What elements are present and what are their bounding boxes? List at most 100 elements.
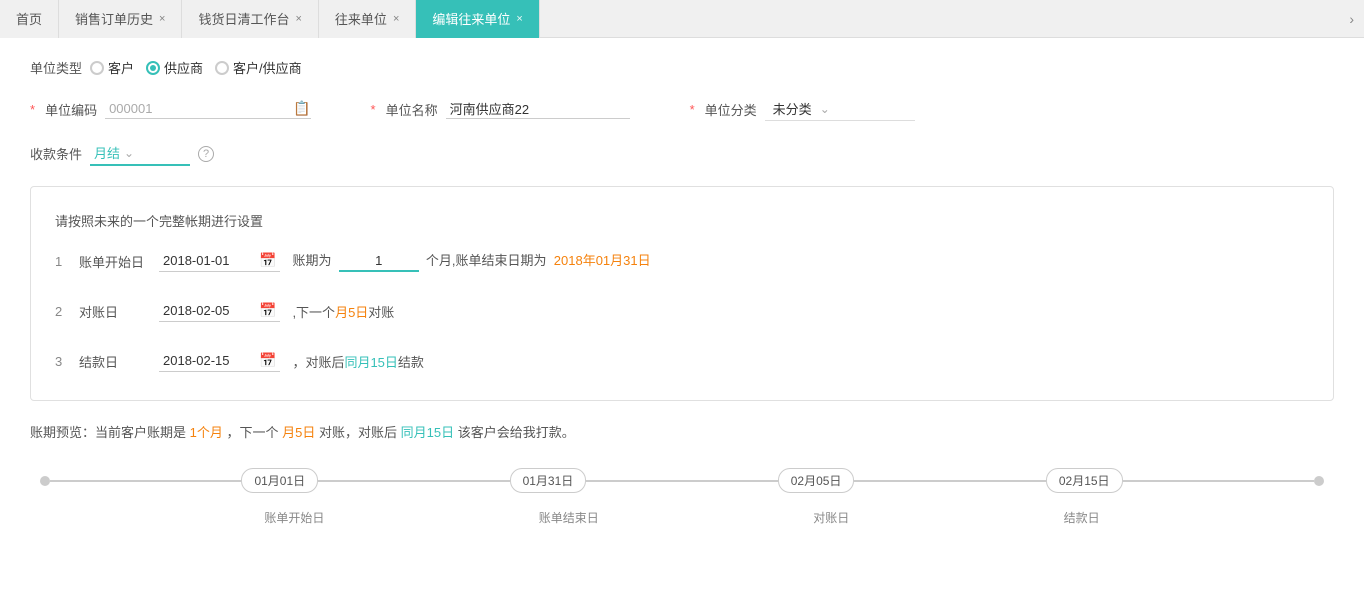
unit-category-arrow: ⌄ <box>820 102 830 116</box>
period-input[interactable] <box>339 251 419 272</box>
calendar-icon-3[interactable]: 📅 <box>259 352 276 369</box>
radio-customer[interactable]: 客户 <box>90 58 134 77</box>
payment-condition-group: 收款条件 月结 ⌄ ? <box>30 141 214 166</box>
setting-index-1: 1 <box>55 254 79 269</box>
tab-partner-close[interactable]: × <box>393 13 399 25</box>
timeline-label-4: 结款日 <box>1064 509 1100 526</box>
unit-category-value: 未分类 <box>773 99 812 118</box>
timeline-start-dot <box>40 476 50 486</box>
tab-cash-work[interactable]: 钱货日清工作台 × <box>182 0 318 38</box>
tab-partner[interactable]: 往来单位 × <box>319 0 416 38</box>
setting-desc-3: ，对账后同月15日结款 <box>292 352 424 371</box>
radio-both[interactable]: 客户/供应商 <box>215 58 302 77</box>
setting-date-input-1[interactable] <box>163 253 253 268</box>
timeline-label-3: 对账日 <box>813 509 849 526</box>
setting-desc-1: 账期为 个月,账单结束日期为 2018年01月31日 <box>292 250 650 272</box>
tab-sales-order[interactable]: 销售订单历史 × <box>59 0 182 38</box>
unit-type-row: 单位类型 客户 供应商 客户/供应商 <box>30 58 1334 77</box>
timeline-label-col-1: 账单开始日 <box>264 501 324 526</box>
radio-both-label: 客户/供应商 <box>233 58 302 77</box>
timeline-node-1: 01月01日 <box>241 468 318 493</box>
preview-prefix: 账期预览：当前客户账期是 <box>30 425 186 440</box>
timeline-line-5 <box>1123 480 1314 482</box>
desc-prefix-1: 账期为 <box>292 253 331 268</box>
tab-cash-work-label: 钱货日清工作台 <box>198 9 289 28</box>
tab-partner-label: 往来单位 <box>335 9 387 28</box>
unit-code-input[interactable] <box>105 99 289 118</box>
highlight-day-2: 月5日 <box>335 305 368 320</box>
desc-prefix-2: ,下一个 <box>292 305 335 320</box>
tab-home-label: 首页 <box>16 9 42 28</box>
preview-highlight3: 同月15日 <box>401 425 454 440</box>
unit-name-label: 单位名称 <box>386 100 438 119</box>
timeline-badge-3: 02月05日 <box>778 468 855 493</box>
radio-supplier-circle <box>146 61 160 75</box>
payment-condition-arrow: ⌄ <box>124 146 134 160</box>
setting-date-input-3[interactable] <box>163 353 253 368</box>
unit-type-group: 单位类型 客户 供应商 客户/供应商 <box>30 58 302 77</box>
main-content: 单位类型 客户 供应商 客户/供应商 * 单位编码 <box>0 38 1364 608</box>
setting-index-3: 3 <box>55 354 79 369</box>
preview-highlight1: 1个月 <box>190 425 223 440</box>
help-icon[interactable]: ? <box>198 146 214 162</box>
payment-condition-row: 收款条件 月结 ⌄ ? <box>30 141 1334 166</box>
tab-cash-work-close[interactable]: × <box>295 13 301 25</box>
tab-sales-order-close[interactable]: × <box>159 13 165 25</box>
timeline-label-col-4: 结款日 <box>1064 501 1100 526</box>
desc-suffix-1: 个月,账单结束日期为 <box>426 253 547 268</box>
timeline-line-2 <box>318 480 509 482</box>
timeline-section: 01月01日 01月31日 02月05日 02月15日 <box>30 468 1334 526</box>
timeline-line-4 <box>854 480 1045 482</box>
payment-condition-value: 月结 <box>94 143 120 162</box>
card-title: 请按照未来的一个完整帐期进行设置 <box>55 211 1309 230</box>
preview-highlight2: 月5日 <box>282 425 315 440</box>
timeline-label-col-2: 账单结束日 <box>539 501 599 526</box>
tab-edit-partner-close[interactable]: × <box>516 13 522 25</box>
setting-row-2: 2 对账日 📅 ,下一个月5日对账 <box>55 300 1309 322</box>
setting-row-1: 1 账单开始日 📅 账期为 个月,账单结束日期为 2018年01月31日 <box>55 250 1309 272</box>
setting-date-1: 📅 <box>159 250 280 272</box>
tabs-bar: 首页 销售订单历史 × 钱货日清工作台 × 往来单位 × 编辑往来单位 × › <box>0 0 1364 38</box>
preview-middle1: ，下一个 <box>227 425 279 440</box>
timeline-label-2: 账单结束日 <box>539 509 599 526</box>
setting-date-3: 📅 <box>159 350 280 372</box>
tab-edit-partner[interactable]: 编辑往来单位 × <box>416 0 539 38</box>
payment-condition-select[interactable]: 月结 ⌄ <box>90 141 190 166</box>
settings-card: 请按照未来的一个完整帐期进行设置 1 账单开始日 📅 账期为 个月,账单结束日期… <box>30 186 1334 401</box>
unit-code-group: * 单位编码 📋 <box>30 99 311 119</box>
tab-home[interactable]: 首页 <box>0 0 59 38</box>
unit-name-input[interactable] <box>446 99 630 119</box>
timeline-badge-4: 02月15日 <box>1046 468 1123 493</box>
setting-row-3: 3 结款日 📅 ，对账后同月15日结款 <box>55 350 1309 372</box>
setting-date-input-2[interactable] <box>163 303 253 318</box>
setting-date-2: 📅 <box>159 300 280 322</box>
calendar-icon-1[interactable]: 📅 <box>259 252 276 269</box>
timeline-badge-2: 01月31日 <box>510 468 587 493</box>
desc-suffix-3: 结款 <box>398 355 424 370</box>
unit-type-radios: 客户 供应商 客户/供应商 <box>90 58 302 77</box>
timeline-labels-row: 账单开始日 账单结束日 对账日 结款日 <box>40 501 1324 526</box>
setting-field-label-2: 对账日 <box>79 302 159 321</box>
timeline-line-3 <box>586 480 777 482</box>
unit-name-group: * 单位名称 <box>371 99 630 119</box>
radio-both-circle <box>215 61 229 75</box>
tabs-scroll-arrow[interactable]: › <box>1339 11 1364 27</box>
timeline-node-4: 02月15日 <box>1046 468 1123 493</box>
timeline-node-2: 01月31日 <box>510 468 587 493</box>
setting-field-label-1: 账单开始日 <box>79 252 159 271</box>
setting-index-2: 2 <box>55 304 79 319</box>
unit-code-copy-icon[interactable]: 📋 <box>293 100 310 117</box>
radio-supplier[interactable]: 供应商 <box>146 58 203 77</box>
unit-code-input-wrapper: 📋 <box>105 99 310 119</box>
timeline-label-col-3: 对账日 <box>813 501 849 526</box>
unit-category-select[interactable]: 未分类 ⌄ <box>765 97 915 121</box>
preview-suffix: 该客户会给我打款。 <box>458 425 575 440</box>
desc-prefix-3: ，对账后 <box>292 355 344 370</box>
unit-type-label: 单位类型 <box>30 58 82 77</box>
unit-category-label: 单位分类 <box>705 100 757 119</box>
calendar-icon-2[interactable]: 📅 <box>259 302 276 319</box>
setting-field-label-3: 结款日 <box>79 352 159 371</box>
timeline-badge-1: 01月01日 <box>241 468 318 493</box>
highlight-day-3: 同月15日 <box>344 355 397 370</box>
preview-section: 账期预览：当前客户账期是 1个月 ，下一个 月5日 对账，对账后 同月15日 该… <box>30 421 1334 444</box>
